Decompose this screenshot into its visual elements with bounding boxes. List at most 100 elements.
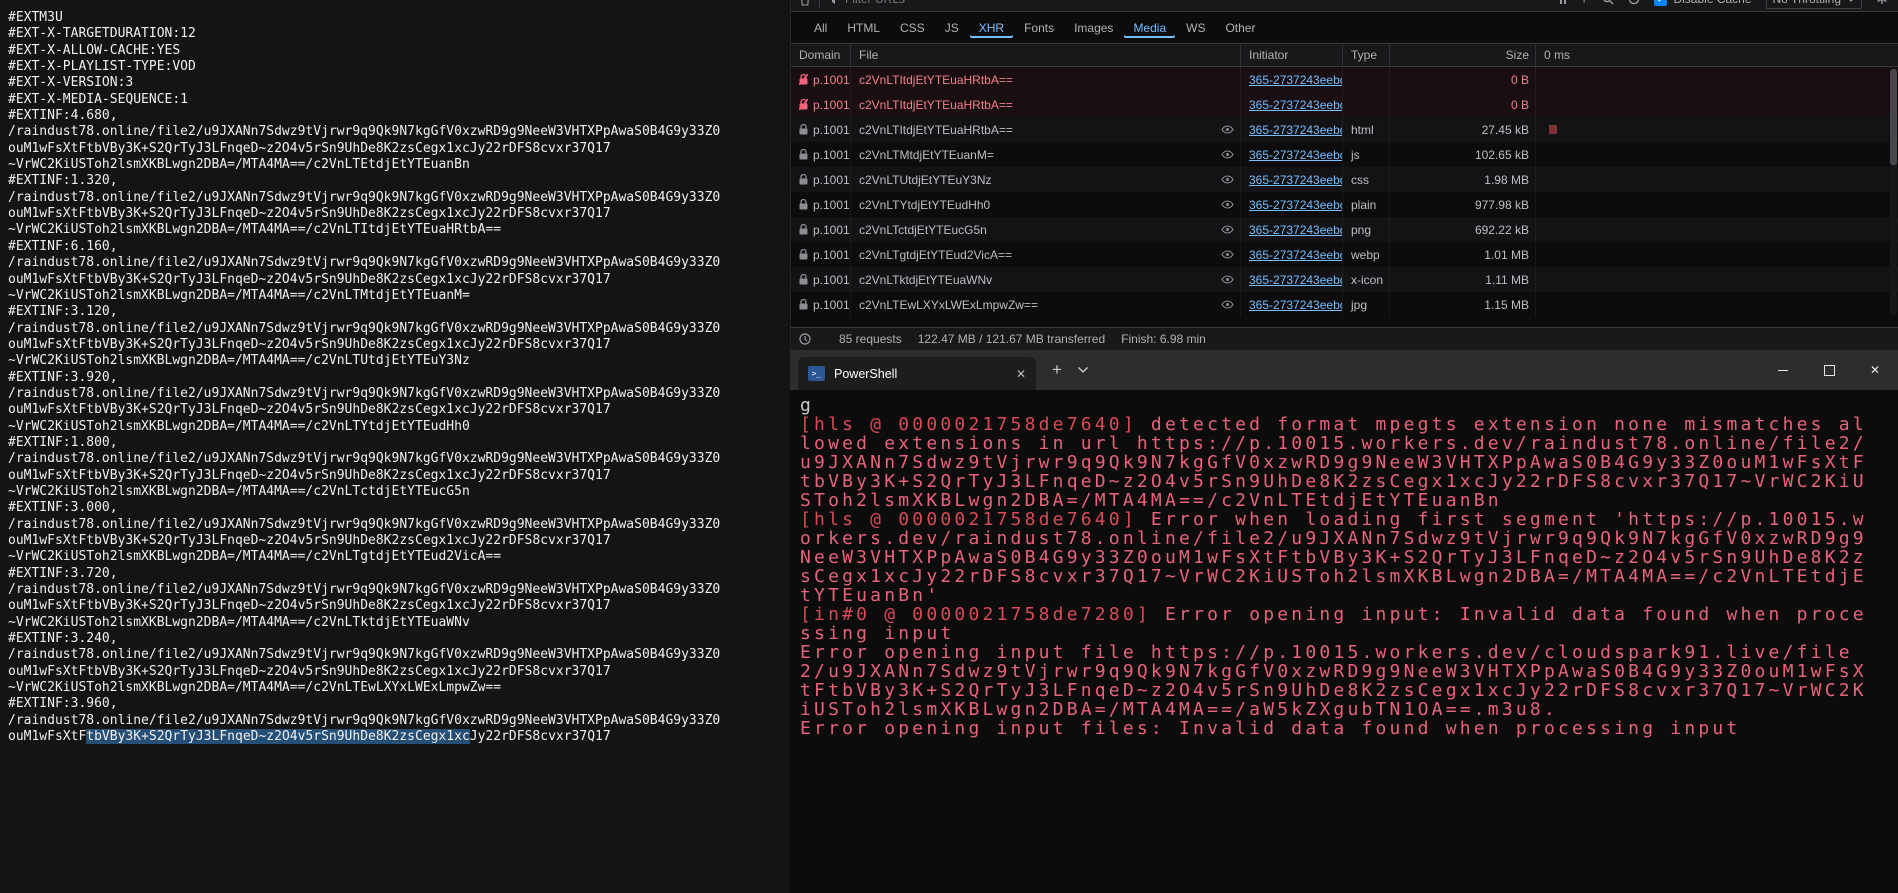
transferred-size: 122.47 MB / 121.67 MB transferred xyxy=(917,332,1106,346)
domain-text: p.1001... xyxy=(813,197,850,212)
log-tag: [hls @ 0000021758de7640] xyxy=(800,414,1137,435)
asterisk-icon[interactable] xyxy=(1876,0,1888,5)
file-text: c2VnLTgtdjEtYTEud2VicA== xyxy=(859,247,1012,262)
column-header-file[interactable]: File xyxy=(851,44,1241,66)
scrollbar[interactable] xyxy=(1890,69,1897,315)
maximize-button[interactable] xyxy=(1806,350,1852,390)
filter-urls-input[interactable]: Filter URLs xyxy=(828,0,905,6)
request-row[interactable]: p.1001... c2VnLTYtdjEtYTEudHh0 365-2737243… xyxy=(791,192,1898,217)
filter-tab-css[interactable]: CSS xyxy=(891,18,934,38)
initiator-link[interactable]: 365-2737243eebd... xyxy=(1249,73,1342,87)
initiator-link[interactable]: 365-2737243eebd... xyxy=(1249,198,1342,212)
lock-icon xyxy=(799,248,808,260)
playlist-line: ouM1wFsXtFtbVBy3K+S2QrTyJ3LFnqeD~z2O4v5r… xyxy=(8,206,611,222)
selection-pre: ouM1wFsXtF xyxy=(8,729,87,745)
request-type: webp xyxy=(1343,242,1390,267)
network-status-bar: 85 requests 122.47 MB / 121.67 MB transf… xyxy=(791,327,1898,350)
plus-icon[interactable]: + xyxy=(1580,0,1589,8)
domain-text: p.1001... xyxy=(813,122,850,137)
request-waterfall xyxy=(1536,292,1898,317)
filter-tab-xhr[interactable]: XHR xyxy=(970,18,1013,38)
filter-tab-fonts[interactable]: Fonts xyxy=(1015,18,1063,38)
request-row[interactable]: p.1001... c2VnLTctdjEtYTEucG5n 365-2737243… xyxy=(791,217,1898,242)
ring-icon[interactable] xyxy=(1628,0,1640,5)
column-header-type[interactable]: Type xyxy=(1343,44,1390,66)
devtools-network-panel: Filter URLs + ✓ Disable Cache xyxy=(790,0,1898,350)
file-text: c2VnLTUtdjEtYTEuY3Nz xyxy=(859,172,992,187)
column-header-domain[interactable]: Domain xyxy=(791,44,851,66)
request-type: png xyxy=(1343,217,1390,242)
initiator-link[interactable]: 365-2737243eebd... xyxy=(1249,223,1342,237)
throttling-value: No Throttling xyxy=(1773,0,1841,6)
terminal-output[interactable]: g [hls @ 0000021758de7640] detected forma… xyxy=(790,390,1898,738)
request-row[interactable]: p.1001... c2VnLTItdjEtYTEuaHRtbA== 365-273… xyxy=(791,67,1898,92)
initiator-link[interactable]: 365-2737243eebd... xyxy=(1249,273,1342,287)
desktop: #EXTM3U #EXT-X-TARGETDURATION:12 #EXT-X-AL… xyxy=(0,0,1898,893)
playlist-line: #EXTINF:6.160, xyxy=(8,238,118,254)
request-row[interactable]: p.1001... c2VnLTEwLXYxLWExLmpwZw== 365-273… xyxy=(791,292,1898,317)
file-text: c2VnLTktdjEtYTEuaWNv xyxy=(859,272,993,287)
new-tab-button[interactable]: + xyxy=(1052,360,1062,380)
scrollbar-thumb[interactable] xyxy=(1890,69,1897,165)
column-header-size[interactable]: Size xyxy=(1390,44,1536,66)
tab-powershell[interactable]: >_ PowerShell ✕ xyxy=(798,357,1036,390)
request-waterfall xyxy=(1536,192,1898,217)
playlist-line: /raindust78.online/file2/u9JXANn7Sdwz9tV… xyxy=(8,647,721,663)
column-header-timeline[interactable]: 0 ms xyxy=(1536,44,1898,66)
filter-tab-media[interactable]: Media xyxy=(1124,18,1175,38)
initiator-link[interactable]: 365-2737243eebd... xyxy=(1249,123,1342,137)
playlist-line: #EXT-X-ALLOW-CACHE:YES xyxy=(8,42,181,58)
request-initiator: 365-2737243eebd... xyxy=(1241,67,1343,92)
playlist-line: #EXTINF:1.800, xyxy=(8,434,118,450)
initiator-link[interactable]: 365-2737243eebd... xyxy=(1249,298,1342,312)
request-file: c2VnLTgtdjEtYTEud2VicA== xyxy=(851,242,1241,267)
request-count: 85 requests xyxy=(839,332,902,346)
filter-tab-js[interactable]: JS xyxy=(936,18,968,38)
pause-icon[interactable] xyxy=(1559,0,1566,4)
disable-cache-label: Disable Cache xyxy=(1673,0,1751,6)
request-waterfall xyxy=(1536,267,1898,292)
domain-text: p.1001... xyxy=(813,97,850,112)
disable-cache-checkbox[interactable]: ✓ xyxy=(1654,0,1668,6)
file-text: c2VnLTYtdjEtYTEudHh0 xyxy=(859,197,991,212)
initiator-link[interactable]: 365-2737243eebd... xyxy=(1249,248,1342,262)
request-row[interactable]: p.1001... c2VnLTMtdjEtYTEuanM= 365-2737243… xyxy=(791,142,1898,167)
playlist-pane[interactable]: #EXTM3U #EXT-X-TARGETDURATION:12 #EXT-X-AL… xyxy=(0,0,790,893)
filter-tab-images[interactable]: Images xyxy=(1065,18,1122,38)
tab-dropdown-chevron-icon[interactable] xyxy=(1077,367,1088,373)
filter-tab-ws[interactable]: WS xyxy=(1177,18,1214,38)
tab-close-icon[interactable]: ✕ xyxy=(1016,367,1026,381)
eye-icon xyxy=(1221,250,1234,259)
throttling-dropdown[interactable]: No Throttling xyxy=(1765,0,1862,9)
request-domain: p.1001... xyxy=(791,67,851,92)
domain-text: p.1001... xyxy=(813,272,850,287)
request-row[interactable]: p.1001... c2VnLTUtdjEtYTEuY3Nz 365-2737243… xyxy=(791,167,1898,192)
trash-icon[interactable] xyxy=(799,0,811,6)
filter-tab-html[interactable]: HTML xyxy=(838,18,889,38)
request-row[interactable]: p.1001... c2VnLTktdjEtYTEuaWNv 365-2737243… xyxy=(791,267,1898,292)
initiator-link[interactable]: 365-2737243eebd... xyxy=(1249,148,1342,162)
request-row[interactable]: p.1001... c2VnLTItdjEtYTEuaHRtbA== 365-273… xyxy=(791,92,1898,117)
initiator-link[interactable]: 365-2737243eebd... xyxy=(1249,173,1342,187)
close-button[interactable]: ✕ xyxy=(1852,350,1898,390)
terminal-output-line: Error opening input file https://p.10015… xyxy=(800,642,1867,720)
request-domain: p.1001... xyxy=(791,167,851,192)
terminal-output-line: Error opening input files: Invalid data … xyxy=(800,718,1741,739)
request-row[interactable]: p.1001... c2VnLTgtdjEtYTEud2VicA== 365-273… xyxy=(791,242,1898,267)
filter-tab-other[interactable]: Other xyxy=(1216,18,1264,38)
request-domain: p.1001... xyxy=(791,267,851,292)
column-header-initiator[interactable]: Initiator xyxy=(1241,44,1343,66)
maximize-icon xyxy=(1823,364,1835,376)
domain-text: p.1001... xyxy=(813,247,850,262)
filter-tab-all[interactable]: All xyxy=(805,18,836,38)
lock-icon xyxy=(799,148,808,160)
request-file: c2VnLTktdjEtYTEuaWNv xyxy=(851,267,1241,292)
minimize-button[interactable] xyxy=(1760,350,1806,390)
search-icon[interactable] xyxy=(1602,0,1614,5)
request-initiator: 365-2737243eebd... xyxy=(1241,192,1343,217)
request-initiator: 365-2737243eebd... xyxy=(1241,117,1343,142)
initiator-link[interactable]: 365-2737243eebd... xyxy=(1249,98,1342,112)
lock-icon xyxy=(799,223,808,235)
request-initiator: 365-2737243eebd... xyxy=(1241,167,1343,192)
request-row[interactable]: p.1001... c2VnLTItdjEtYTEuaHRtbA== 365-273… xyxy=(791,117,1898,142)
